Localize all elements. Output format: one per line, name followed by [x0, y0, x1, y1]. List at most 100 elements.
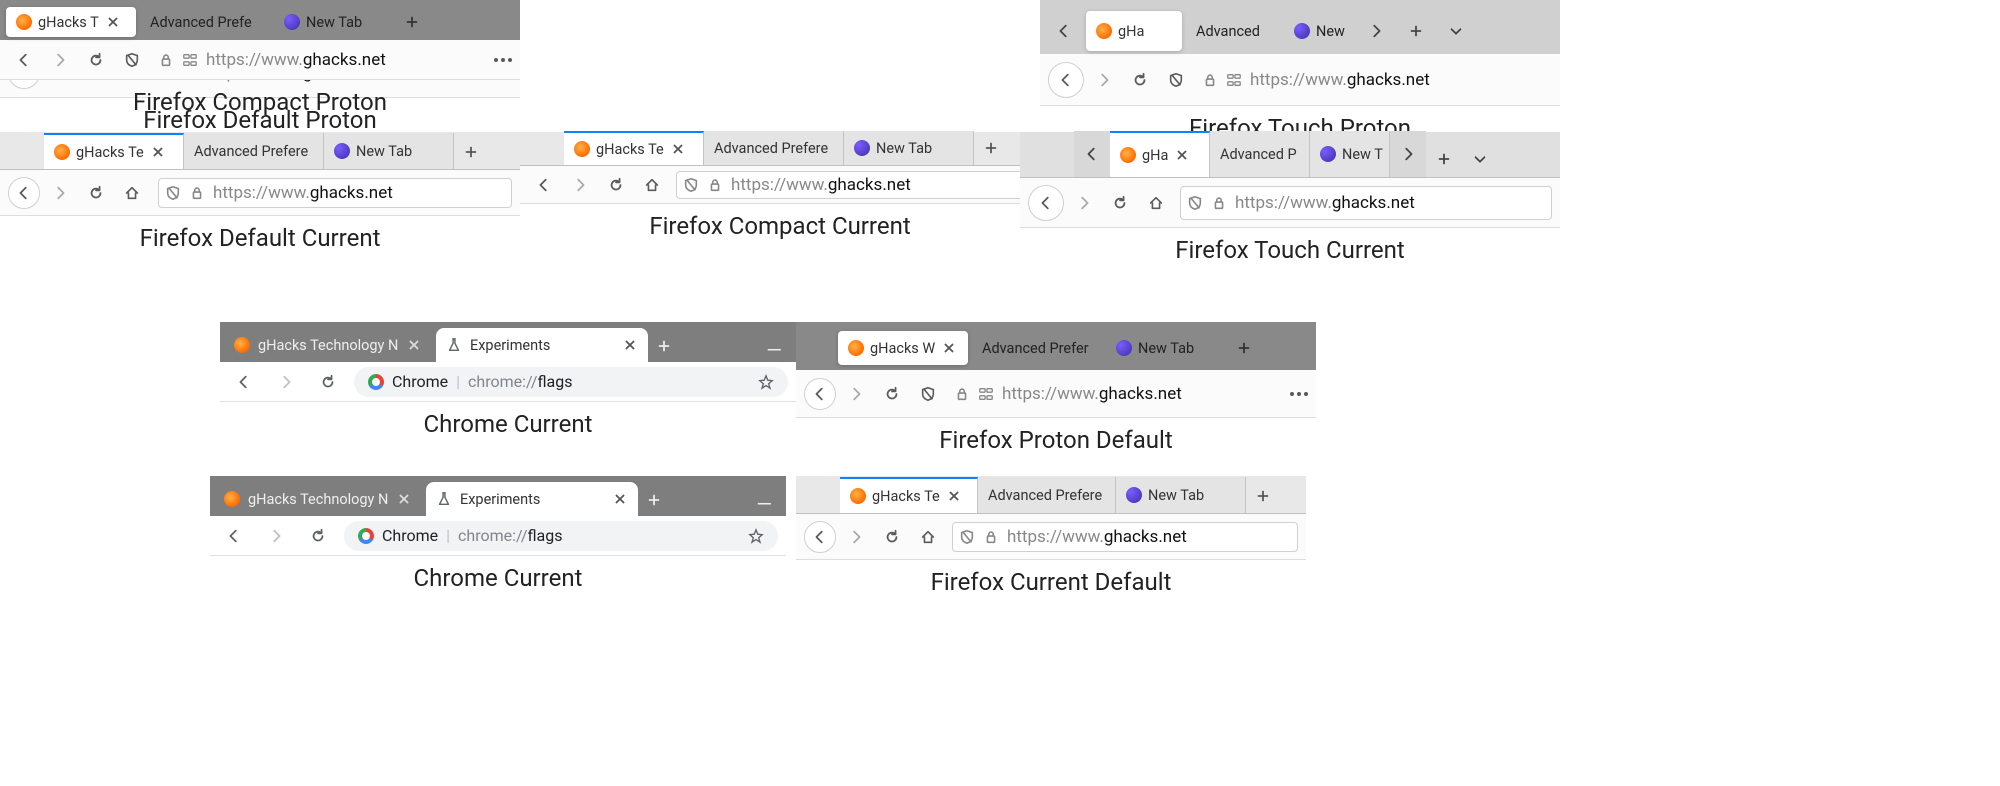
close-icon[interactable] — [150, 144, 166, 160]
new-tab-button[interactable] — [1246, 479, 1280, 513]
tab-advanced[interactable]: Advanced Prefere — [978, 477, 1116, 513]
reload-button[interactable] — [600, 169, 632, 201]
new-tab-button[interactable] — [638, 484, 670, 516]
tab-newtab[interactable]: New Tab — [324, 133, 454, 169]
close-icon[interactable] — [941, 340, 957, 356]
new-tab-button[interactable] — [1398, 13, 1434, 49]
home-button[interactable] — [1140, 187, 1172, 219]
close-icon[interactable] — [406, 337, 422, 353]
close-icon[interactable] — [670, 141, 686, 157]
tab-advanced[interactable]: Advanced P — [1210, 131, 1310, 177]
tab-ghacks[interactable]: gHa — [1110, 131, 1210, 177]
reload-button[interactable] — [302, 520, 334, 552]
close-icon[interactable] — [612, 491, 628, 507]
tab-newtab[interactable]: New — [1284, 11, 1354, 51]
tab-label: New — [1316, 23, 1345, 40]
home-button[interactable] — [116, 177, 148, 209]
tab-experiments[interactable]: Experiments — [436, 328, 648, 362]
close-icon[interactable] — [946, 488, 962, 504]
shield-icon[interactable] — [912, 378, 944, 410]
new-tab-button[interactable] — [454, 135, 488, 169]
tab-newtab[interactable]: New Tab — [1106, 331, 1226, 365]
tab-advanced[interactable]: Advanced Prefer — [972, 331, 1102, 365]
home-button[interactable] — [912, 521, 944, 553]
back-button[interactable] — [218, 520, 250, 552]
tab-ghacks[interactable]: gHacks Te — [564, 131, 704, 165]
forward-button[interactable] — [44, 177, 76, 209]
star-icon[interactable] — [748, 528, 764, 544]
forward-button[interactable] — [1068, 187, 1100, 219]
back-button[interactable] — [1028, 185, 1064, 221]
tab-ghacks[interactable]: gHacks Te — [44, 133, 184, 169]
minimize-icon[interactable]: — — [756, 492, 782, 516]
tab-newtab[interactable]: New Tab — [844, 131, 974, 165]
reload-button[interactable] — [1104, 187, 1136, 219]
tab-ghacks[interactable]: gHacks Technology N — [224, 328, 436, 362]
forward-button[interactable] — [1088, 64, 1120, 96]
url-bar[interactable]: https://www.ghacks.net — [676, 171, 1032, 199]
reload-button[interactable] — [80, 44, 112, 76]
reload-button[interactable] — [1124, 64, 1156, 96]
reload-button[interactable] — [876, 378, 908, 410]
url-bar[interactable]: Chrome | chrome://flags — [344, 521, 778, 551]
tab-newtab[interactable]: New T — [1310, 131, 1390, 177]
new-tab-button[interactable] — [398, 8, 426, 36]
back-button[interactable] — [228, 366, 260, 398]
new-tab-button[interactable] — [1230, 334, 1258, 362]
forward-button[interactable] — [270, 366, 302, 398]
url-bar[interactable]: https://www.ghacks.net — [948, 384, 1286, 404]
new-tab-button[interactable] — [1426, 141, 1462, 177]
close-icon[interactable] — [622, 337, 638, 353]
tab-advanced[interactable]: Advanced Prefere — [184, 133, 324, 169]
tab-advanced[interactable]: Advanced Prefere — [704, 131, 844, 165]
tab-experiments[interactable]: Experiments — [426, 482, 638, 516]
tab-advanced[interactable]: Advanced — [1186, 11, 1280, 51]
tabs-dropdown-button[interactable] — [1438, 13, 1474, 49]
url-bar[interactable]: Chrome | chrome://flags — [354, 367, 788, 397]
minimize-icon[interactable]: — — [766, 338, 792, 362]
new-tab-button[interactable] — [974, 131, 1008, 165]
shield-icon[interactable] — [1160, 64, 1192, 96]
tab-ghacks[interactable]: gHacks T — [6, 7, 136, 37]
tab-ghacks[interactable]: gHacks W — [838, 331, 968, 365]
tab-scroll-right-button[interactable] — [1358, 13, 1394, 49]
reload-button[interactable] — [312, 366, 344, 398]
tab-newtab[interactable]: New Tab — [274, 7, 394, 37]
forward-button[interactable] — [260, 520, 292, 552]
shield-icon[interactable] — [116, 44, 148, 76]
home-button[interactable] — [636, 169, 668, 201]
back-button[interactable] — [528, 169, 560, 201]
forward-button[interactable] — [840, 521, 872, 553]
forward-button[interactable] — [44, 44, 76, 76]
url-bar[interactable]: https://www.ghacks.net — [1196, 70, 1552, 90]
reload-button[interactable] — [80, 177, 112, 209]
forward-button[interactable] — [564, 169, 596, 201]
reload-button[interactable] — [876, 521, 908, 553]
tab-newtab[interactable]: New Tab — [1116, 477, 1246, 513]
overflow-menu-icon[interactable] — [1290, 392, 1308, 396]
url-bar[interactable]: https://www.ghacks.net — [952, 522, 1298, 552]
new-tab-button[interactable] — [648, 330, 680, 362]
back-button[interactable] — [804, 521, 836, 553]
tab-advanced[interactable]: Advanced Prefe — [140, 7, 270, 37]
url-bar[interactable]: https://www.ghacks.net — [158, 178, 512, 208]
tab-scroll-left-button[interactable] — [1074, 131, 1110, 177]
back-button[interactable] — [8, 177, 40, 209]
tab-ghacks[interactable]: gHacks Te — [840, 477, 978, 513]
back-button[interactable] — [804, 378, 836, 410]
tab-ghacks[interactable]: gHa — [1086, 11, 1182, 51]
forward-button[interactable] — [840, 378, 872, 410]
url-bar[interactable]: https://www.ghacks.net — [152, 50, 490, 70]
tab-scroll-right-button[interactable] — [1390, 131, 1426, 177]
back-button[interactable] — [1048, 62, 1084, 98]
close-icon[interactable] — [105, 14, 121, 30]
tab-ghacks[interactable]: gHacks Technology N — [214, 482, 426, 516]
star-icon[interactable] — [758, 374, 774, 390]
tabs-dropdown-button[interactable] — [1462, 141, 1498, 177]
back-button[interactable] — [8, 44, 40, 76]
close-icon[interactable] — [396, 491, 412, 507]
close-icon[interactable] — [1174, 147, 1190, 163]
overflow-menu-icon[interactable] — [494, 58, 512, 62]
tab-scroll-left-button[interactable] — [1046, 13, 1082, 49]
url-bar[interactable]: https://www.ghacks.net — [1180, 186, 1552, 220]
